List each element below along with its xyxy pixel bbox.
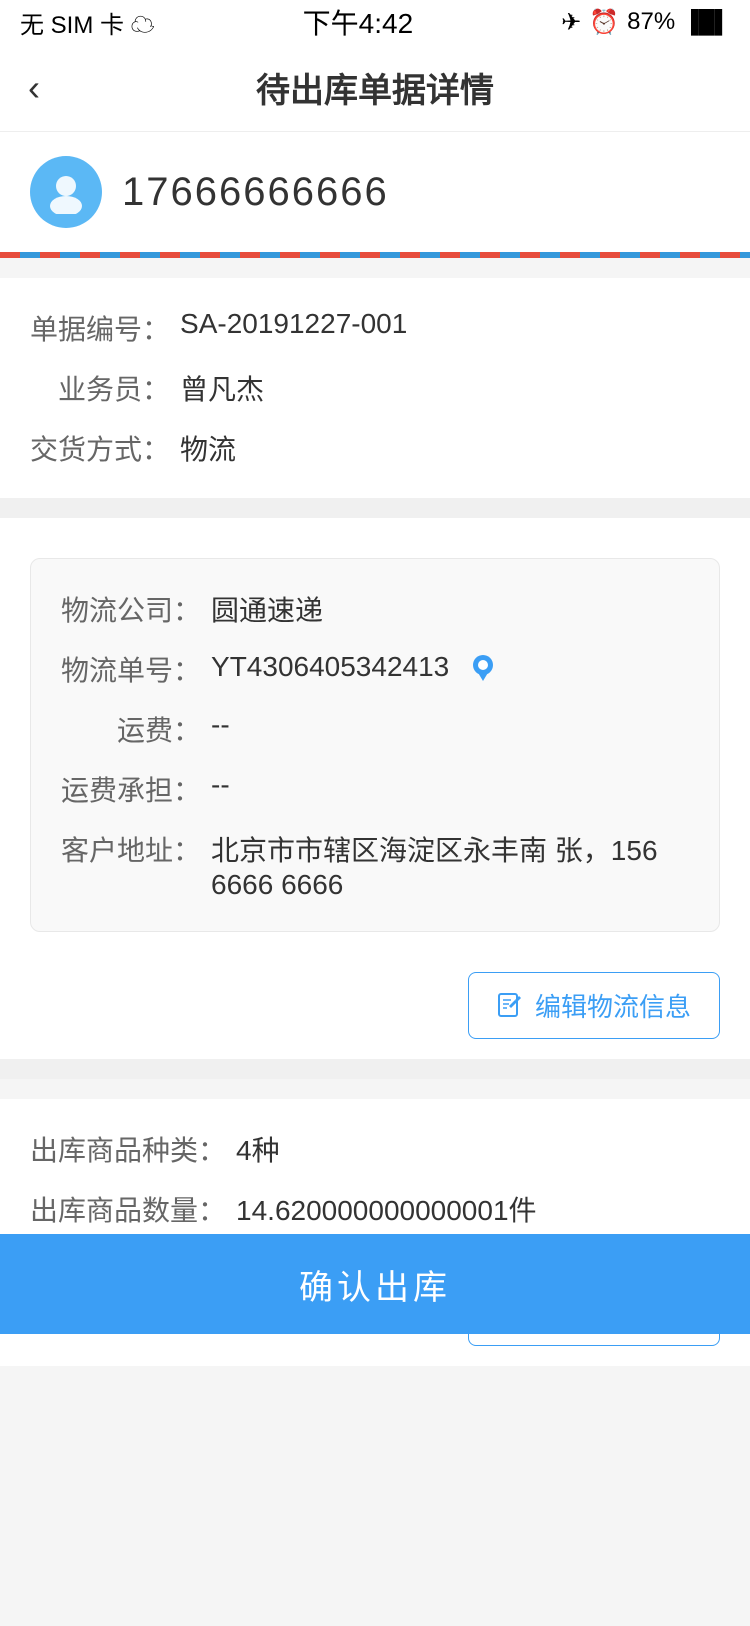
location-status-icon: ✈ [561, 8, 581, 37]
freight-bearer-row: 运费承担： -- [61, 769, 689, 809]
freight-bearer-label: 运费承担： [61, 769, 211, 809]
salesman-label: 业务员： [30, 368, 180, 408]
tracking-value-row: YT43064053424​13 [211, 649, 689, 685]
user-phone: 17666666666 [122, 170, 389, 215]
status-left: 无 SIM 卡 ☁ [20, 5, 155, 40]
salesman-value: 曾凡杰 [180, 368, 720, 408]
address-value: 北京市市辖区海淀区永丰南 张，156 6666 6666 [211, 829, 689, 901]
freight-bearer-value: -- [211, 769, 689, 801]
goods-types-value: 4种 [236, 1129, 280, 1169]
map-pin-icon[interactable] [465, 649, 501, 685]
alarm-icon: ⏰ [589, 8, 619, 37]
edit-logistics-label: 编辑物流信息 [535, 987, 691, 1024]
bottom-space [0, 1366, 750, 1626]
logistics-company-value: 圆通速递 [211, 589, 689, 629]
user-icon [44, 170, 88, 214]
logistics-company-label: 物流公司： [61, 589, 211, 629]
section-divider-2 [0, 1059, 750, 1079]
confirm-button[interactable]: 确认出库 [0, 1234, 750, 1334]
logistics-company-row: 物流公司： 圆通速递 [61, 589, 689, 629]
order-no-label: 单据编号： [30, 308, 180, 348]
freight-value: -- [211, 709, 689, 741]
freight-row: 运费： -- [61, 709, 689, 749]
status-time: 下午4:42 [303, 2, 414, 42]
page-title: 待出库单据详情 [256, 63, 494, 112]
goods-types-label: 出库商品种类： [30, 1129, 236, 1169]
tracking-row: 物流单号： YT43064053424​13 [61, 649, 689, 689]
delivery-value: 物流 [180, 428, 720, 468]
dashed-separator [0, 252, 750, 258]
back-button[interactable]: ‹ [28, 67, 40, 109]
user-header: 17666666666 [0, 132, 750, 252]
order-no-row: 单据编号： SA-20191227-001 [30, 308, 720, 348]
tracking-label: 物流单号： [61, 649, 211, 689]
logistics-section: 物流公司： 圆通速递 物流单号： YT43064053424​13 运费： --… [0, 518, 750, 1059]
address-row: 客户地址： 北京市市辖区海淀区永丰南 张，156 6666 6666 [61, 829, 689, 901]
goods-types-row: 出库商品种类： 4种 [30, 1129, 720, 1169]
tracking-no: YT43064053424​13 [211, 651, 449, 683]
edit-logistics-button[interactable]: 编辑物流信息 [468, 972, 720, 1039]
salesman-row: 业务员： 曾凡杰 [30, 368, 720, 408]
section-divider-1 [0, 498, 750, 518]
status-bar: 无 SIM 卡 ☁ 下午4:42 ✈ ⏰ 87% ▐█▌ [0, 0, 750, 44]
goods-quantity-row: 出库商品数量： 14.620000000000001件 [30, 1189, 720, 1229]
delivery-label: 交货方式： [30, 428, 180, 468]
order-no-value: SA-20191227-001 [180, 308, 720, 340]
edit-btn-row: 编辑物流信息 [0, 952, 750, 1059]
address-label: 客户地址： [61, 829, 211, 869]
nav-bar: ‹ 待出库单据详情 [0, 44, 750, 132]
logistics-card: 物流公司： 圆通速递 物流单号： YT43064053424​13 运费： --… [30, 558, 720, 932]
sim-label: 无 SIM 卡 ☁ [20, 5, 155, 40]
edit-icon [497, 992, 525, 1020]
order-info-section: 单据编号： SA-20191227-001 业务员： 曾凡杰 交货方式： 物流 [0, 278, 750, 498]
delivery-row: 交货方式： 物流 [30, 428, 720, 468]
status-right: ✈ ⏰ 87% ▐█▌ [561, 8, 730, 37]
battery-icon: ▐█▌ [683, 9, 730, 35]
battery-level: 87% [627, 8, 675, 36]
goods-quantity-value: 14.620000000000001件 [236, 1189, 537, 1229]
goods-quantity-label: 出库商品数量： [30, 1189, 236, 1229]
freight-label: 运费： [61, 709, 211, 749]
avatar [30, 156, 102, 228]
